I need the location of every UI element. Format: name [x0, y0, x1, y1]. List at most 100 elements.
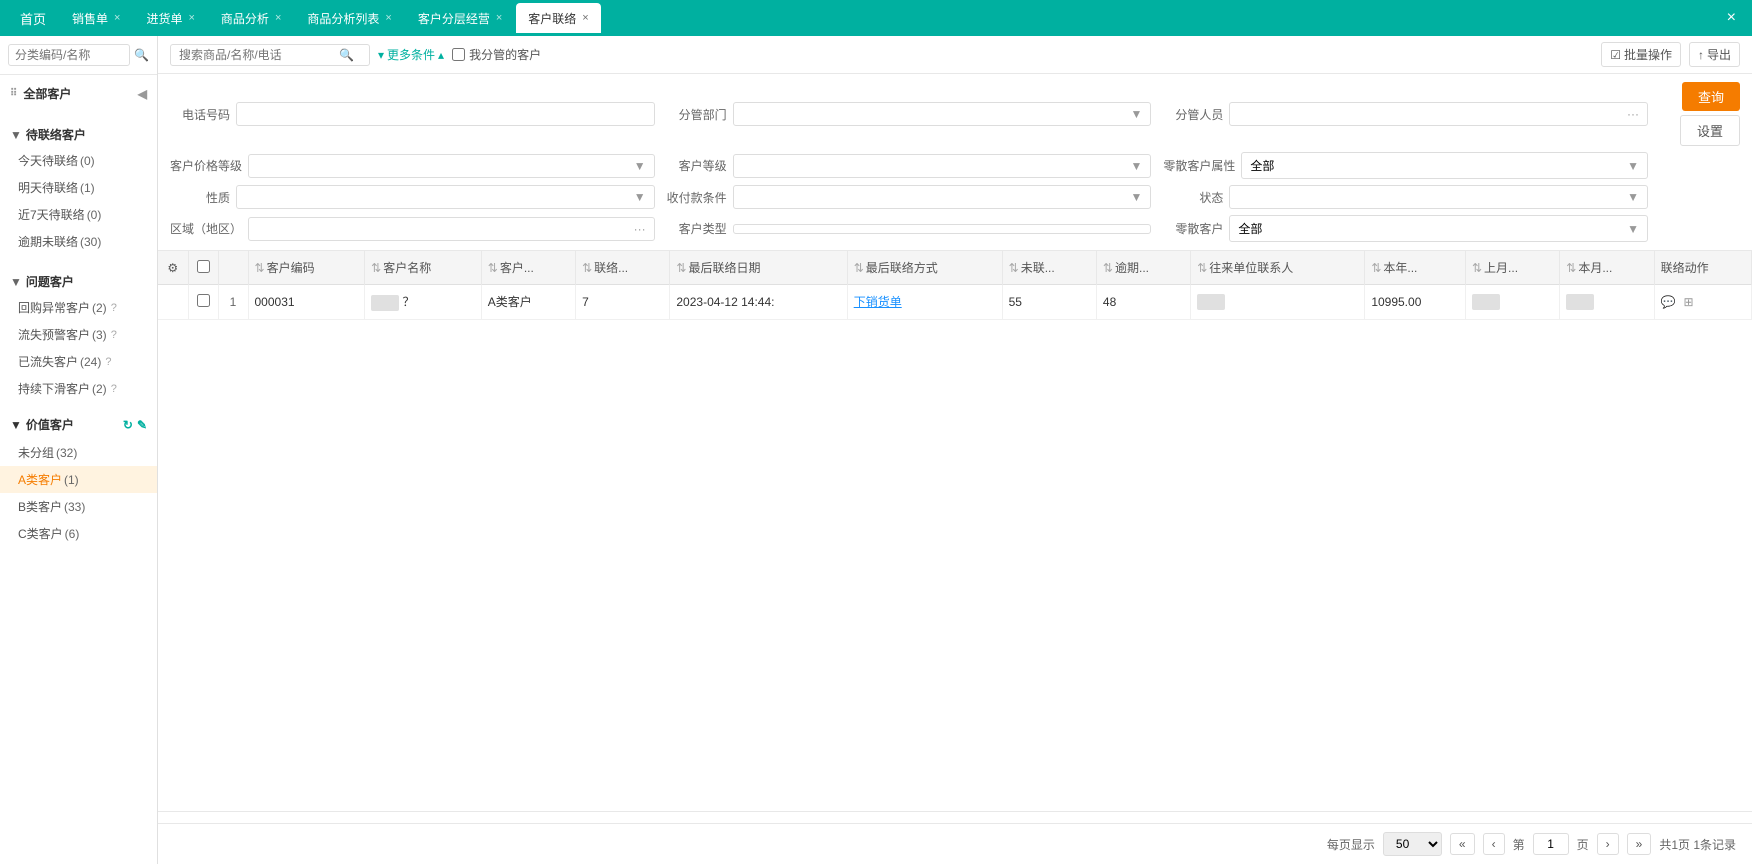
sidebar-item-declining[interactable]: 持续下滑客户 (2) ?	[0, 375, 157, 402]
sidebar-item-churned[interactable]: 已流失客户 (24) ?	[0, 348, 157, 375]
th-type[interactable]: ⇅客户...	[481, 251, 575, 285]
waiting-contact-label: 待联络客户	[26, 126, 86, 143]
more-filters-btn[interactable]: ▾ 更多条件 ▴	[378, 46, 444, 63]
last-way-link[interactable]: 下销货单	[854, 295, 902, 309]
row-not-contact: 55	[1002, 285, 1096, 320]
th-this-month[interactable]: ⇅本月...	[1560, 251, 1654, 285]
query-btn[interactable]: 查询	[1682, 82, 1740, 111]
region-select[interactable]: ···	[248, 217, 655, 241]
retail-customer-select[interactable]: 全部 ▼	[1229, 215, 1648, 242]
app-close-btn[interactable]: ×	[1719, 5, 1744, 30]
th-name[interactable]: ⇅客户名称	[365, 251, 482, 285]
retail-customer-label: 零散客户	[1163, 220, 1223, 237]
customer-type-label: 客户类型	[667, 220, 727, 237]
status-select[interactable]: ▼	[1229, 185, 1648, 209]
value-customers-header[interactable]: ▼ 价值客户 ↻ ✎	[0, 410, 157, 439]
refresh-icon[interactable]: ↻	[123, 418, 133, 432]
person-label: 分管人员	[1163, 106, 1223, 123]
close-purchase-tab[interactable]: ×	[188, 12, 194, 24]
th-last-way[interactable]: ⇅最后联络方式	[847, 251, 1002, 285]
advanced-filters: 电话号码 分管部门 ▼ 分管人员 ···	[158, 74, 1752, 251]
filter-actions: ☑ 批量操作 ↑ 导出	[1601, 42, 1740, 67]
filter-search-input[interactable]	[179, 48, 339, 62]
close-customer-tier-tab[interactable]: ×	[496, 12, 502, 24]
first-page-btn[interactable]: «	[1450, 833, 1475, 855]
nav-home[interactable]: 首页	[8, 5, 58, 32]
person-dots[interactable]: ···	[1627, 107, 1639, 121]
settings-btn[interactable]: 设置	[1680, 115, 1740, 146]
per-page-select[interactable]: 50 100 200	[1383, 832, 1442, 856]
more-filters-caret: ▴	[438, 48, 444, 62]
close-sales-tab[interactable]: ×	[114, 12, 120, 24]
filter-nature: 性质 ▼	[170, 185, 655, 209]
filter-search-icon[interactable]: 🔍	[339, 48, 354, 62]
sidebar-item-overdue[interactable]: 逾期未联络 (30)	[0, 228, 157, 255]
batch-ops-btn[interactable]: ☑ 批量操作	[1601, 42, 1681, 67]
bottom-scrollbar[interactable]	[158, 811, 1752, 823]
filter-payment: 收付款条件 ▼	[667, 185, 1152, 209]
sidebar-item-ungroup[interactable]: 未分组 (32)	[0, 439, 157, 466]
last-page-btn[interactable]: »	[1627, 833, 1652, 855]
sidebar-item-type-b[interactable]: B类客户 (33)	[0, 493, 157, 520]
customer-type-select[interactable]	[733, 224, 1152, 234]
customer-level-select[interactable]: ▼	[733, 154, 1152, 178]
th-last-date[interactable]: ⇅最后联络日期	[670, 251, 847, 285]
filter-region: 区域（地区） ···	[170, 217, 655, 241]
chat-icon[interactable]: 💬	[1661, 295, 1676, 309]
nav-tab-analysis[interactable]: 商品分析 ×	[209, 3, 293, 33]
th-company-contact[interactable]: ⇅往来单位联系人	[1191, 251, 1365, 285]
sidebar-search-icon[interactable]: 🔍	[134, 48, 149, 62]
retail-attr-select[interactable]: 全部 ▼	[1241, 152, 1648, 179]
row-contact: 7	[576, 285, 670, 320]
problem-customers-header[interactable]: ▼ 问题客户	[0, 267, 157, 294]
sidebar-item-repurchase-abnormal[interactable]: 回购异常客户 (2) ?	[0, 294, 157, 321]
sidebar-item-churn-warning[interactable]: 流失预警客户 (3) ?	[0, 321, 157, 348]
dept-select[interactable]: ▼	[733, 102, 1152, 126]
my-customers-checkbox[interactable]: 我分管的客户	[452, 46, 541, 63]
nav-tab-customer-tier[interactable]: 客户分层经营 ×	[406, 3, 514, 33]
sidebar-item-tomorrow[interactable]: 明天待联络 (1)	[0, 174, 157, 201]
sidebar-item-type-c[interactable]: C类客户 (6)	[0, 520, 157, 547]
grid-icon[interactable]: ⊞	[1684, 295, 1694, 309]
payment-select[interactable]: ▼	[733, 185, 1152, 209]
th-overdue[interactable]: ⇅逾期...	[1096, 251, 1190, 285]
sidebar-search-input[interactable]	[8, 44, 130, 66]
customer-level-label: 客户等级	[667, 157, 727, 174]
repurchase-help-icon: ?	[111, 302, 117, 314]
close-customer-contact-tab[interactable]: ×	[582, 12, 588, 24]
export-btn[interactable]: ↑ 导出	[1689, 42, 1740, 67]
region-dots[interactable]: ···	[634, 222, 646, 236]
price-level-select[interactable]: ▼	[248, 154, 655, 178]
edit-icon[interactable]: ✎	[137, 418, 147, 432]
nature-select[interactable]: ▼	[236, 185, 655, 209]
waiting-arrow: ▼	[10, 128, 22, 142]
close-analysis-list-tab[interactable]: ×	[385, 12, 391, 24]
sidebar-item-type-a[interactable]: A类客户 (1)	[0, 466, 157, 493]
select-all-checkbox[interactable]	[197, 260, 210, 273]
th-last-month[interactable]: ⇅上月...	[1465, 251, 1559, 285]
nav-tab-purchase[interactable]: 进货单 ×	[134, 3, 206, 33]
nav-tab-analysis-list[interactable]: 商品分析列表 ×	[295, 3, 403, 33]
customer-table: ⚙ ⇅客户编码 ⇅客户名称 ⇅客户... ⇅联络... ⇅最后联络日期 ⇅最后联…	[158, 251, 1752, 811]
all-customers-header[interactable]: ⠿ 全部客户 ◀	[0, 79, 157, 108]
row-select-checkbox[interactable]	[197, 294, 210, 307]
filter-row-4: 区域（地区） ··· 客户类型 零散客户 全部 ▼	[170, 215, 1740, 242]
next-page-btn[interactable]: ›	[1597, 833, 1619, 855]
sidebar-item-7days[interactable]: 近7天待联络 (0)	[0, 201, 157, 228]
my-customers-check[interactable]	[452, 48, 465, 61]
th-code[interactable]: ⇅客户编码	[248, 251, 365, 285]
page-input[interactable]	[1533, 833, 1569, 855]
close-analysis-tab[interactable]: ×	[275, 12, 281, 24]
th-this-year[interactable]: ⇅本年...	[1365, 251, 1466, 285]
sidebar-item-today[interactable]: 今天待联络 (0)	[0, 147, 157, 174]
th-contact[interactable]: ⇅联络...	[576, 251, 670, 285]
person-select[interactable]: ···	[1229, 102, 1648, 126]
filter-row-3: 性质 ▼ 收付款条件 ▼ 状态	[170, 185, 1740, 209]
nav-tab-customer-contact[interactable]: 客户联络 ×	[516, 3, 600, 33]
waiting-contact-header[interactable]: ▼ 待联络客户	[0, 120, 157, 147]
phone-input[interactable]	[236, 102, 655, 126]
prev-page-btn[interactable]: ‹	[1483, 833, 1505, 855]
th-not-contact[interactable]: ⇅未联...	[1002, 251, 1096, 285]
th-settings[interactable]: ⚙	[158, 251, 188, 285]
nav-tab-sales[interactable]: 销售单 ×	[60, 3, 132, 33]
